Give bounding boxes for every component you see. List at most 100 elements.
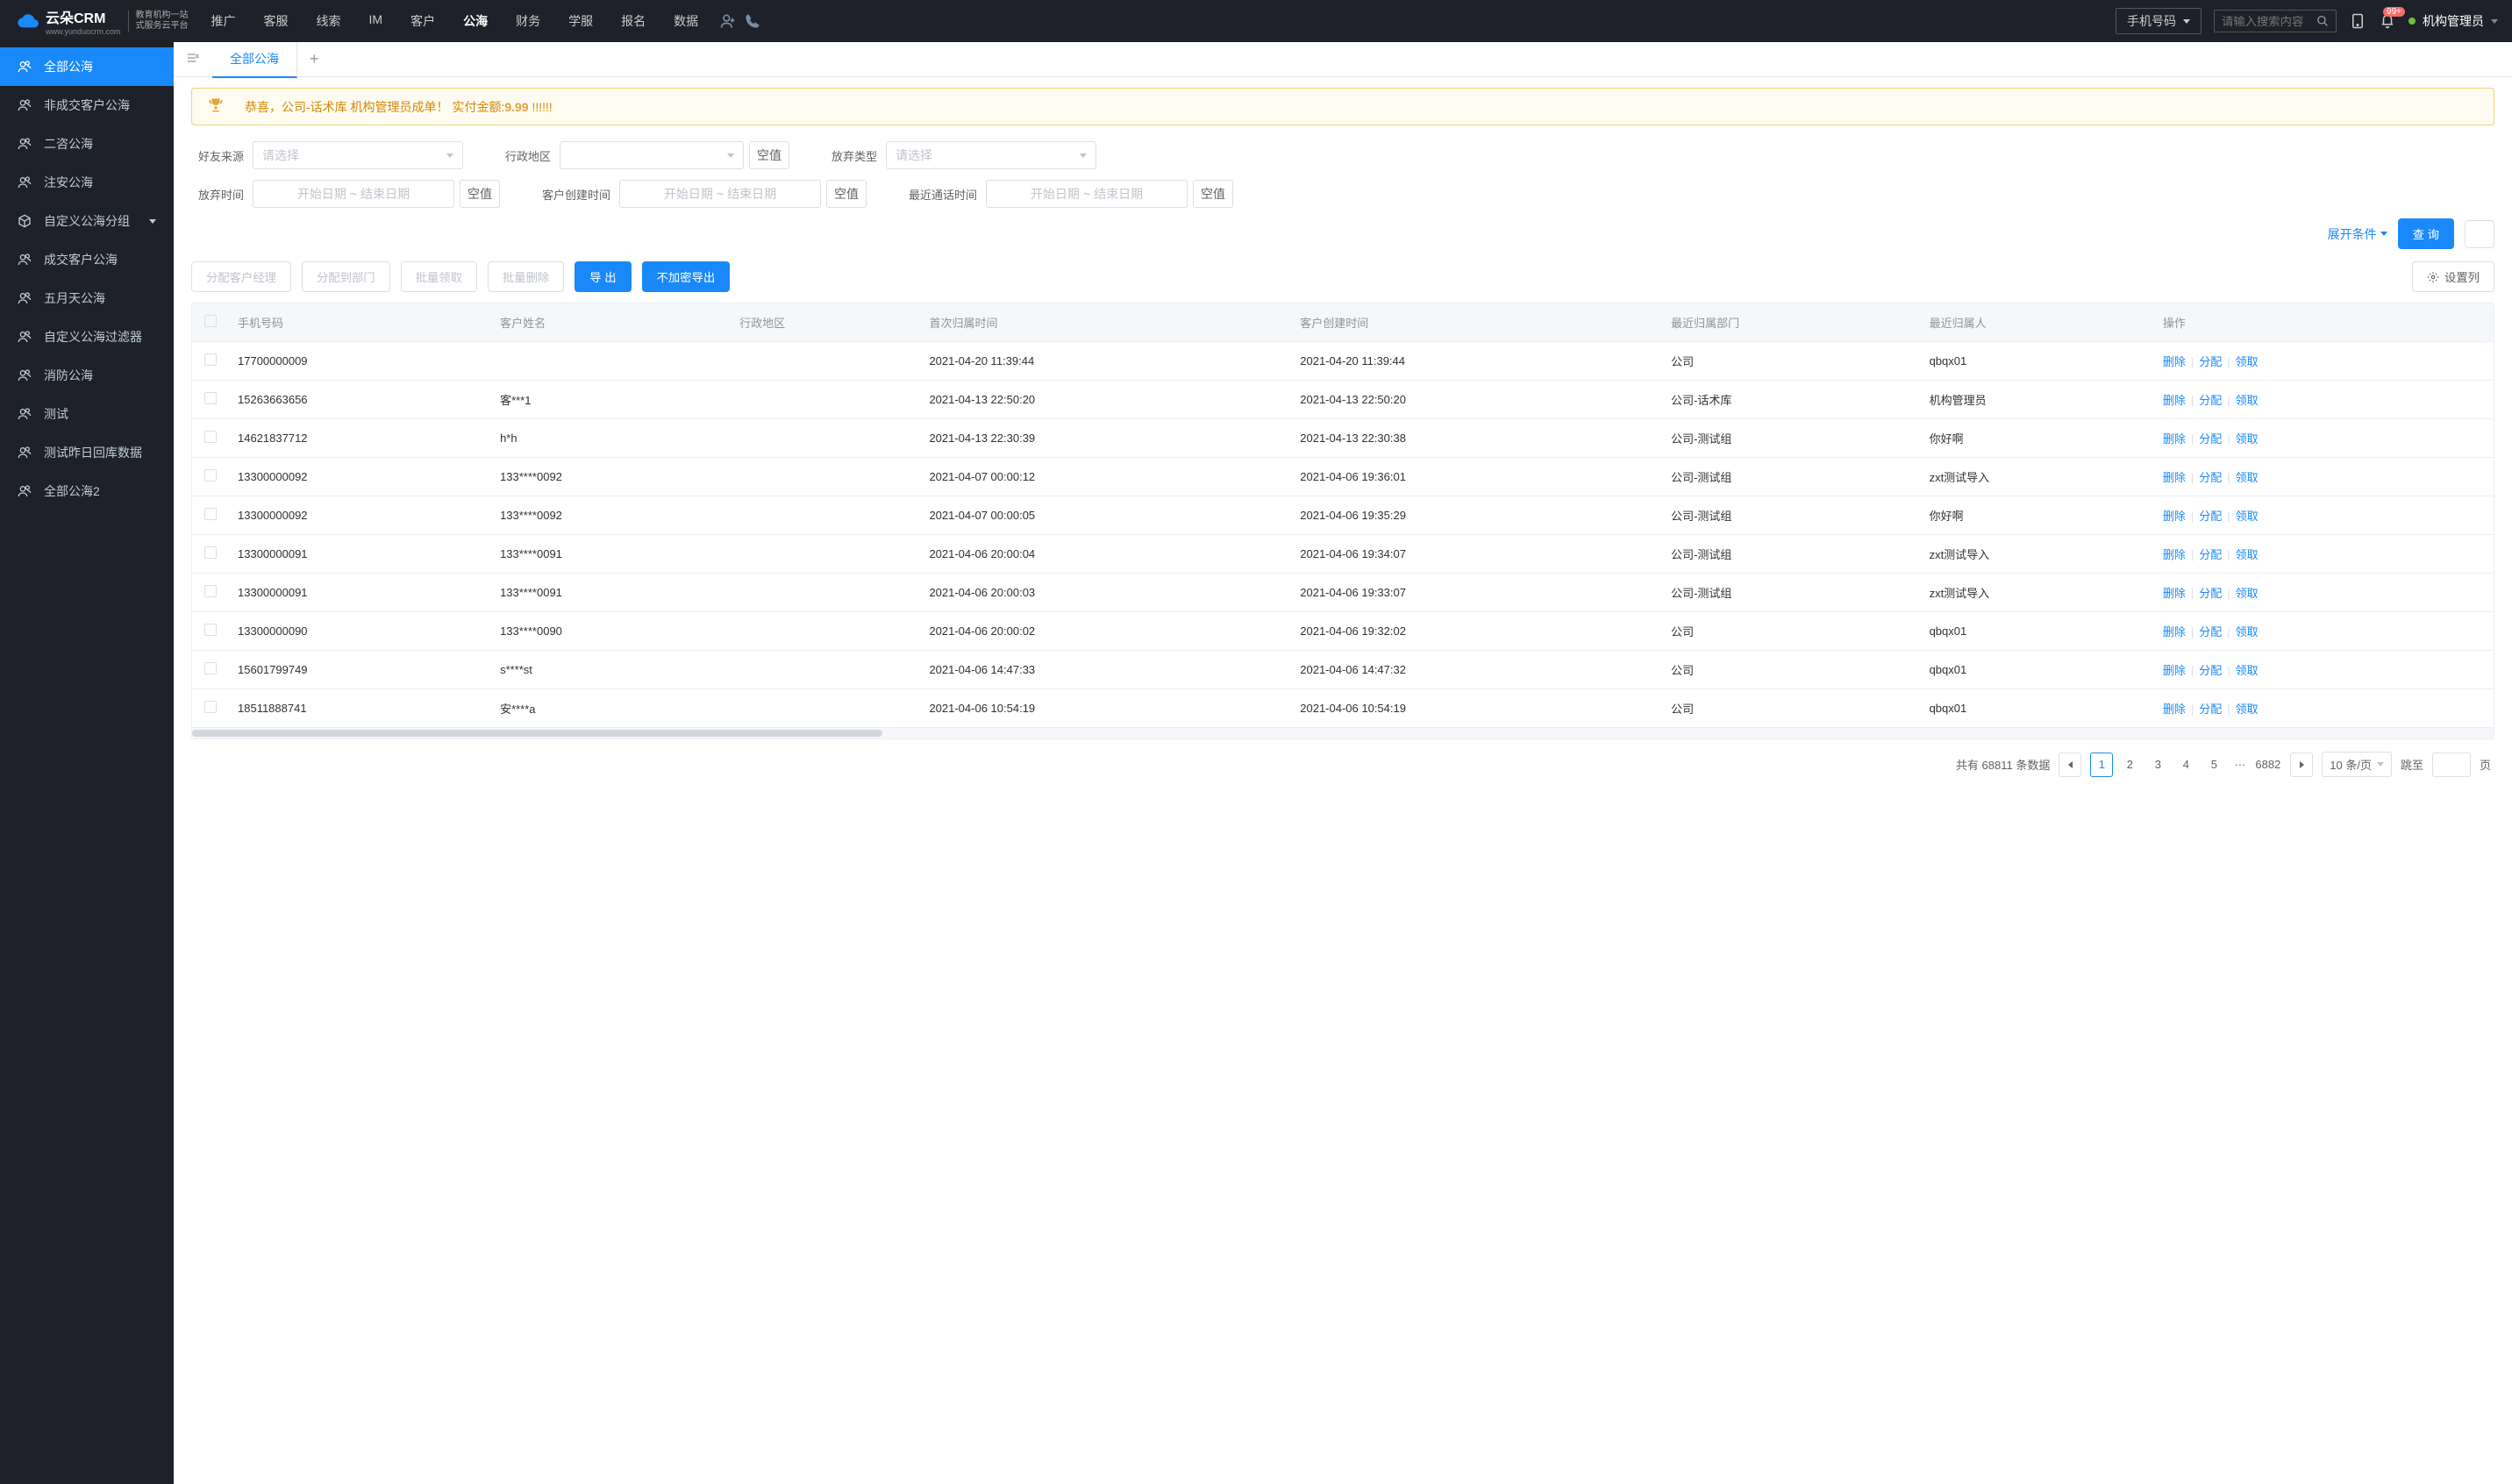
sidebar-item[interactable]: 消防公海 <box>0 356 174 395</box>
row-checkbox[interactable] <box>204 392 217 404</box>
next-page-button[interactable] <box>2290 753 2313 777</box>
phone-icon[interactable] <box>744 12 761 30</box>
row-delete-link[interactable]: 删除 <box>2163 625 2186 639</box>
add-user-icon[interactable] <box>719 12 737 30</box>
row-checkbox[interactable] <box>204 546 217 559</box>
logo[interactable]: 云朵CRM www.yunduocrm.com 教育机构一站 式服务云平台 <box>14 6 189 36</box>
export-button[interactable]: 导 出 <box>574 261 631 292</box>
row-assign-link[interactable]: 分配 <box>2199 703 2222 716</box>
last-call-range[interactable]: 开始日期 ~ 结束日期 <box>986 180 1188 208</box>
row-delete-link[interactable]: 删除 <box>2163 432 2186 446</box>
friend-source-select[interactable]: 请选择 <box>253 141 463 169</box>
row-delete-link[interactable]: 删除 <box>2163 471 2186 484</box>
export-plain-button[interactable]: 不加密导出 <box>642 261 731 292</box>
assign-manager-button[interactable]: 分配客户经理 <box>191 261 291 292</box>
top-nav-item[interactable]: 客户 <box>405 9 440 33</box>
page-number-button[interactable]: 2 <box>2118 753 2141 777</box>
page-number-button[interactable]: 4 <box>2174 753 2197 777</box>
top-nav-item[interactable]: IM <box>364 9 389 33</box>
row-assign-link[interactable]: 分配 <box>2199 587 2222 600</box>
tabs-list-icon[interactable] <box>174 51 212 68</box>
top-nav-item[interactable]: 数据 <box>668 9 703 33</box>
page-number-button[interactable]: 5 <box>2202 753 2225 777</box>
row-delete-link[interactable]: 删除 <box>2163 510 2186 523</box>
row-delete-link[interactable]: 删除 <box>2163 703 2186 716</box>
row-checkbox[interactable] <box>204 431 217 443</box>
row-checkbox[interactable] <box>204 701 217 713</box>
page-number-button[interactable]: 1 <box>2090 753 2113 777</box>
sidebar-item[interactable]: 注安公海 <box>0 163 174 202</box>
sidebar-item[interactable]: 二咨公海 <box>0 125 174 163</box>
top-nav-item[interactable]: 学服 <box>563 9 598 33</box>
expand-filters-link[interactable]: 展开条件 <box>2328 225 2387 243</box>
per-page-select[interactable]: 10 条/页 <box>2322 752 2392 777</box>
row-claim-link[interactable]: 领取 <box>2236 548 2259 561</box>
sidebar-item[interactable]: 自定义公海分组 <box>0 202 174 240</box>
row-delete-link[interactable]: 删除 <box>2163 664 2186 677</box>
top-nav-item[interactable]: 线索 <box>311 9 346 33</box>
row-delete-link[interactable]: 删除 <box>2163 587 2186 600</box>
top-nav-item[interactable]: 报名 <box>616 9 651 33</box>
refresh-button[interactable] <box>2465 220 2494 248</box>
row-claim-link[interactable]: 领取 <box>2236 625 2259 639</box>
row-claim-link[interactable]: 领取 <box>2236 510 2259 523</box>
search-icon[interactable] <box>2316 14 2329 28</box>
sidebar-item[interactable]: 五月天公海 <box>0 279 174 317</box>
row-assign-link[interactable]: 分配 <box>2199 548 2222 561</box>
horizontal-scrollbar[interactable] <box>192 728 2494 738</box>
row-assign-link[interactable]: 分配 <box>2199 355 2222 368</box>
row-claim-link[interactable]: 领取 <box>2236 664 2259 677</box>
top-nav-item[interactable]: 推广 <box>206 9 241 33</box>
row-delete-link[interactable]: 删除 <box>2163 394 2186 407</box>
row-assign-link[interactable]: 分配 <box>2199 510 2222 523</box>
create-time-null-button[interactable]: 空值 <box>826 180 867 208</box>
row-checkbox[interactable] <box>204 508 217 520</box>
top-nav-item[interactable]: 财务 <box>510 9 546 33</box>
search-input[interactable] <box>2222 15 2316 28</box>
tab-add-button[interactable]: + <box>297 50 332 68</box>
sidebar-item[interactable]: 自定义公海过滤器 <box>0 317 174 356</box>
row-delete-link[interactable]: 删除 <box>2163 548 2186 561</box>
query-button[interactable]: 查 询 <box>2398 218 2454 249</box>
row-assign-link[interactable]: 分配 <box>2199 432 2222 446</box>
row-claim-link[interactable]: 领取 <box>2236 703 2259 716</box>
row-assign-link[interactable]: 分配 <box>2199 664 2222 677</box>
last-page-button[interactable]: 6882 <box>2254 753 2281 777</box>
row-checkbox[interactable] <box>204 624 217 636</box>
region-null-button[interactable]: 空值 <box>749 141 789 169</box>
row-claim-link[interactable]: 领取 <box>2236 394 2259 407</box>
page-number-button[interactable]: 3 <box>2146 753 2169 777</box>
batch-delete-button[interactable]: 批量删除 <box>488 261 564 292</box>
set-columns-button[interactable]: 设置列 <box>2412 261 2494 292</box>
tab-active[interactable]: 全部公海 <box>212 41 297 78</box>
create-time-range[interactable]: 开始日期 ~ 结束日期 <box>619 180 821 208</box>
row-assign-link[interactable]: 分配 <box>2199 471 2222 484</box>
abandon-time-null-button[interactable]: 空值 <box>460 180 500 208</box>
row-claim-link[interactable]: 领取 <box>2236 432 2259 446</box>
sidebar-item[interactable]: 全部公海2 <box>0 472 174 510</box>
sidebar-item[interactable]: 全部公海 <box>0 47 174 86</box>
sidebar-item[interactable]: 成交客户公海 <box>0 240 174 279</box>
org-dropdown[interactable]: 机构管理员 <box>2409 12 2498 30</box>
top-nav-item[interactable]: 公海 <box>458 9 493 33</box>
abandon-type-select[interactable]: 请选择 <box>886 141 1096 169</box>
bell-icon[interactable]: 99+ <box>2379 12 2396 30</box>
device-icon[interactable] <box>2349 12 2366 30</box>
sidebar-item[interactable]: 测试昨日回库数据 <box>0 433 174 472</box>
select-all-checkbox[interactable] <box>204 315 217 327</box>
abandon-time-range[interactable]: 开始日期 ~ 结束日期 <box>253 180 454 208</box>
top-nav-item[interactable]: 客服 <box>259 9 294 33</box>
row-assign-link[interactable]: 分配 <box>2199 625 2222 639</box>
jump-page-input[interactable] <box>2432 753 2471 777</box>
row-checkbox[interactable] <box>204 353 217 366</box>
batch-claim-button[interactable]: 批量领取 <box>401 261 477 292</box>
prev-page-button[interactable] <box>2059 753 2081 777</box>
row-delete-link[interactable]: 删除 <box>2163 355 2186 368</box>
row-assign-link[interactable]: 分配 <box>2199 394 2222 407</box>
row-claim-link[interactable]: 领取 <box>2236 587 2259 600</box>
row-claim-link[interactable]: 领取 <box>2236 355 2259 368</box>
row-checkbox[interactable] <box>204 662 217 674</box>
row-checkbox[interactable] <box>204 585 217 597</box>
last-call-null-button[interactable]: 空值 <box>1193 180 1233 208</box>
assign-dept-button[interactable]: 分配到部门 <box>302 261 390 292</box>
